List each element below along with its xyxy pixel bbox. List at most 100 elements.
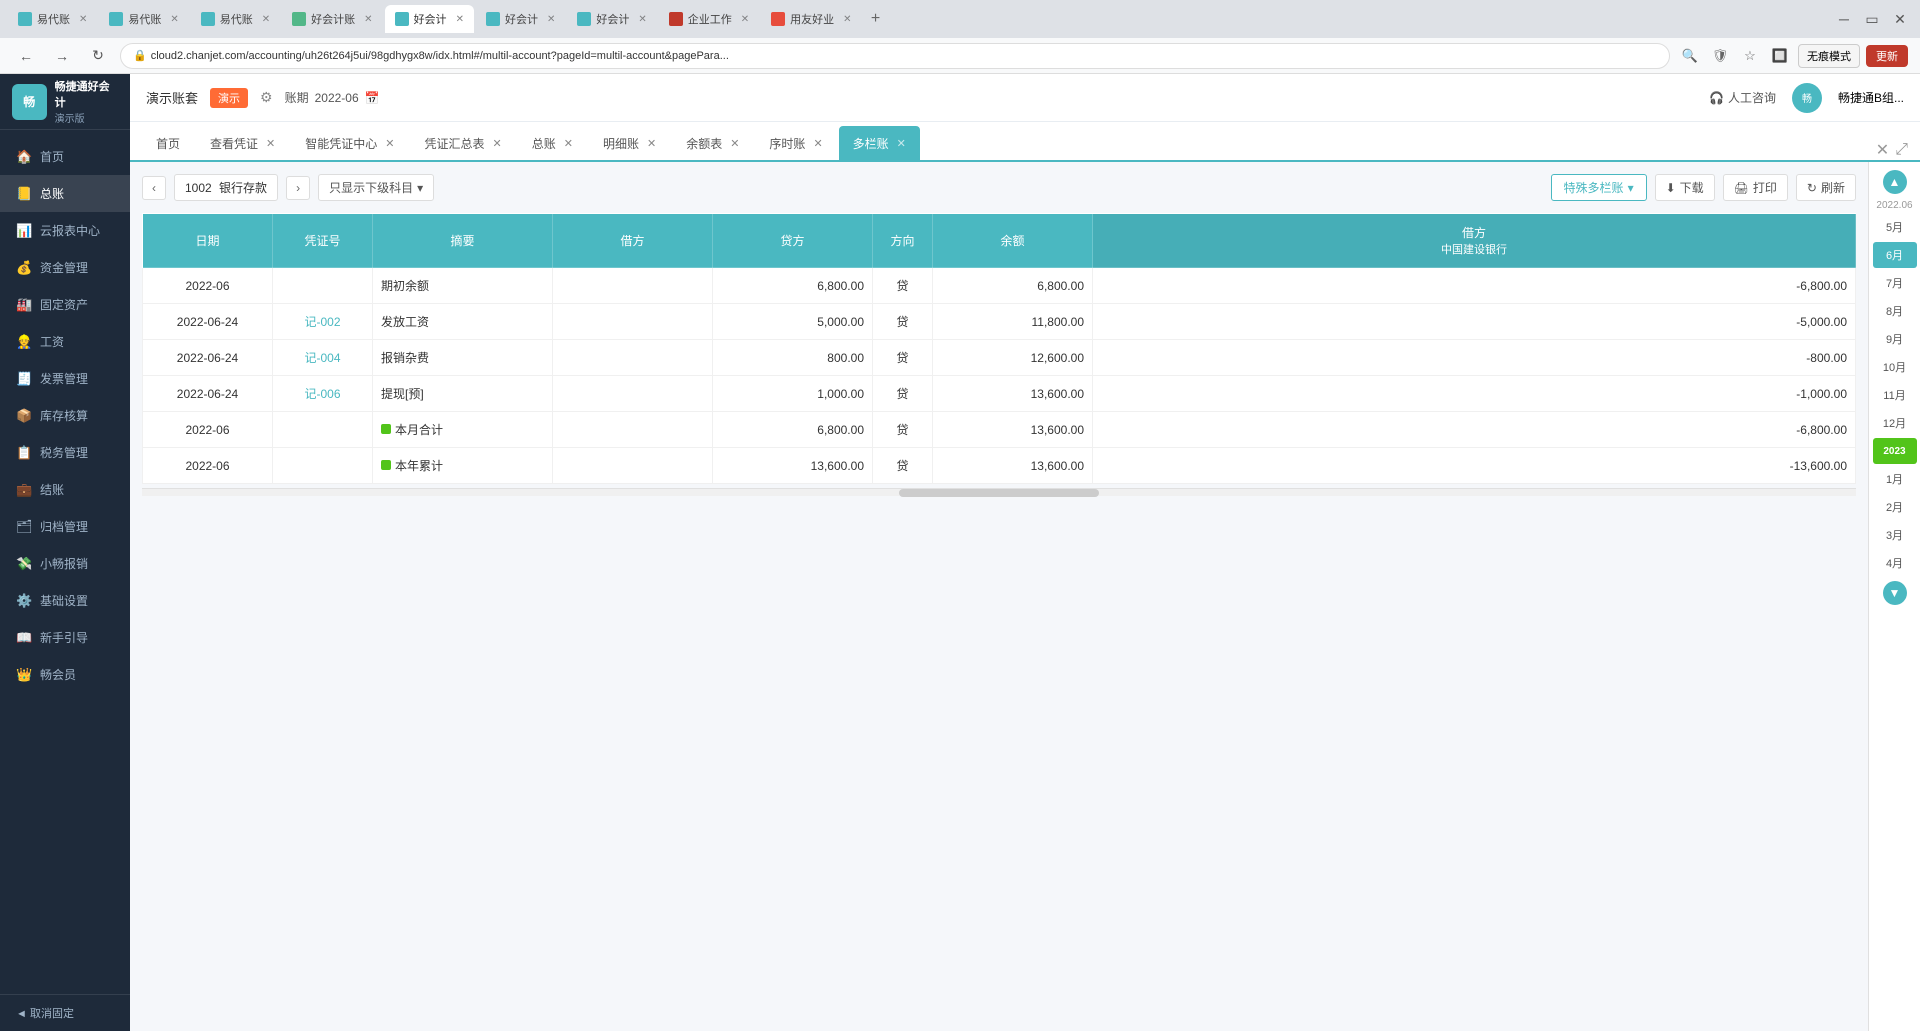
- logo-main-text: 畅捷通好会计: [55, 78, 118, 110]
- calendar-up-button[interactable]: ▲: [1883, 170, 1907, 194]
- tab-yidaizhang-2[interactable]: 易代账 ✕: [99, 5, 188, 33]
- tab-close-2[interactable]: ✕: [170, 14, 178, 25]
- calendar-month-october[interactable]: 10月: [1873, 354, 1917, 380]
- scrollbar-thumb[interactable]: [899, 489, 1099, 497]
- search-icon[interactable]: 🔍: [1678, 44, 1702, 68]
- back-button[interactable]: ←: [12, 42, 40, 70]
- calendar-month-feb[interactable]: 2月: [1873, 494, 1917, 520]
- sidebar-item-reports[interactable]: 📊 云报表中心: [0, 212, 130, 249]
- tab-close-1[interactable]: ✕: [79, 14, 87, 25]
- voucher-link[interactable]: 记-002: [304, 315, 340, 329]
- tab-balance-table[interactable]: 余额表 ✕: [672, 126, 753, 160]
- calendar-month-july[interactable]: 7月: [1873, 270, 1917, 296]
- cell-summary: 提现[预]: [373, 376, 553, 412]
- sidebar-item-capital[interactable]: 💰 资金管理: [0, 249, 130, 286]
- tab-smart-center-close[interactable]: ✕: [385, 137, 394, 150]
- star-icon[interactable]: ☆: [1738, 44, 1762, 68]
- voucher-link[interactable]: 记-004: [304, 351, 340, 365]
- tab-close-4[interactable]: ✕: [364, 14, 372, 25]
- tab-detail-ledger[interactable]: 明细账 ✕: [589, 126, 670, 160]
- shield-icon[interactable]: 🛡: [1708, 44, 1732, 68]
- restore-button[interactable]: ▭: [1860, 7, 1884, 31]
- sidebar-item-archive[interactable]: 🗂 归档管理: [0, 508, 130, 545]
- tab-close-active[interactable]: ✕: [456, 14, 464, 25]
- calendar-month-jan[interactable]: 1月: [1873, 466, 1917, 492]
- calendar-month-september[interactable]: 9月: [1873, 326, 1917, 352]
- calendar-month-august[interactable]: 8月: [1873, 298, 1917, 324]
- settings-gear-icon[interactable]: ⚙: [260, 89, 273, 106]
- calendar-month-may[interactable]: 5月: [1873, 214, 1917, 240]
- url-bar[interactable]: 🔒 cloud2.chanjet.com/accounting/uh26t264…: [120, 43, 1670, 69]
- reload-button[interactable]: ↻: [84, 42, 112, 70]
- forward-button[interactable]: →: [48, 42, 76, 70]
- sidebar-item-close[interactable]: 💼 结账: [0, 471, 130, 508]
- account-prev-button[interactable]: ‹: [142, 176, 166, 200]
- tab-yidaizhang-1[interactable]: 易代账 ✕: [8, 5, 97, 33]
- ai-consult-button[interactable]: 🎧 人工咨询: [1709, 89, 1776, 106]
- sidebar-item-inventory[interactable]: 📦 库存核算: [0, 397, 130, 434]
- update-button[interactable]: 更新: [1866, 45, 1908, 67]
- sidebar-item-assets[interactable]: 🏭 固定资产: [0, 286, 130, 323]
- tab-home[interactable]: 首页: [142, 126, 194, 160]
- tab-panel-close[interactable]: ✕: [1876, 140, 1889, 160]
- tab-view-voucher[interactable]: 查看凭证 ✕: [196, 126, 289, 160]
- calendar-month-mar[interactable]: 3月: [1873, 522, 1917, 548]
- tab-general-ledger[interactable]: 总账 ✕: [518, 126, 587, 160]
- sidebar-item-invoice[interactable]: 🧾 发票管理: [0, 360, 130, 397]
- tab-haohuiji-1[interactable]: 好会计账 ✕: [282, 5, 382, 33]
- tab-balance-table-close[interactable]: ✕: [730, 137, 739, 150]
- tab-view-voucher-close[interactable]: ✕: [266, 137, 275, 150]
- tab-multi-column-close[interactable]: ✕: [897, 137, 906, 150]
- sub-account-filter[interactable]: 只显示下级科目 ▾: [318, 174, 434, 201]
- tab-close-7[interactable]: ✕: [741, 14, 749, 25]
- close-window-button[interactable]: ✕: [1888, 7, 1912, 31]
- tab-journal[interactable]: 序时账 ✕: [755, 126, 836, 160]
- calendar-month-december[interactable]: 12月: [1873, 410, 1917, 436]
- calendar-month-june[interactable]: 6月: [1873, 242, 1917, 268]
- tab-voucher-summary[interactable]: 凭证汇总表 ✕: [410, 126, 515, 160]
- sidebar-item-settings[interactable]: ⚙️ 基础设置: [0, 582, 130, 619]
- tab-yonyou[interactable]: 用友好业 ✕: [761, 5, 861, 33]
- tab-multi-column[interactable]: 多栏账 ✕: [839, 126, 920, 160]
- download-button[interactable]: ⬇ 下载: [1655, 174, 1715, 201]
- tab-qiye[interactable]: 企业工作 ✕: [659, 5, 759, 33]
- sidebar-label-inventory: 库存核算: [40, 407, 88, 424]
- sidebar-item-tax[interactable]: 📋 税务管理: [0, 434, 130, 471]
- cell-balance: 13,600.00: [933, 412, 1093, 448]
- tab-close-3[interactable]: ✕: [262, 14, 270, 25]
- calendar-down-button[interactable]: ▼: [1883, 581, 1907, 605]
- calendar-month-november[interactable]: 11月: [1873, 382, 1917, 408]
- minimize-button[interactable]: ─: [1832, 7, 1856, 31]
- tab-yidaizhang-3[interactable]: 易代账 ✕: [191, 5, 280, 33]
- tab-general-ledger-close[interactable]: ✕: [564, 137, 573, 150]
- sidebar-item-home[interactable]: 🏠 首页: [0, 138, 130, 175]
- unfix-button[interactable]: ◄ 取消固定: [16, 1005, 114, 1021]
- new-tab-button[interactable]: +: [864, 7, 888, 31]
- tab-panel-expand[interactable]: ⤢: [1895, 141, 1908, 159]
- tab-voucher-summary-close[interactable]: ✕: [493, 137, 502, 150]
- special-multi-column-button[interactable]: 特殊多栏账 ▾: [1551, 174, 1647, 201]
- refresh-button[interactable]: ↻ 刷新: [1796, 174, 1856, 201]
- sidebar-item-expense[interactable]: 💸 小畅报销: [0, 545, 130, 582]
- wuhen-button[interactable]: 无痕模式: [1798, 44, 1860, 68]
- account-next-button[interactable]: ›: [286, 176, 310, 200]
- calendar-icon[interactable]: 📅: [365, 91, 380, 105]
- tab-close-6[interactable]: ✕: [638, 14, 646, 25]
- tab-journal-close[interactable]: ✕: [813, 137, 822, 150]
- print-button[interactable]: 🖨 打印: [1723, 174, 1788, 201]
- sidebar-item-ledger[interactable]: 📒 总账: [0, 175, 130, 212]
- tab-haohuiji-2[interactable]: 好会计 ✕: [476, 5, 565, 33]
- sidebar-item-payroll[interactable]: 👷 工资: [0, 323, 130, 360]
- tab-haohuiji-active[interactable]: 好会计 ✕: [385, 5, 474, 33]
- extension-icon[interactable]: 🔲: [1768, 44, 1792, 68]
- calendar-month-apr[interactable]: 4月: [1873, 550, 1917, 576]
- sidebar-item-member[interactable]: 👑 畅会员: [0, 656, 130, 693]
- voucher-link[interactable]: 记-006: [304, 387, 340, 401]
- sidebar-item-guide[interactable]: 📖 新手引导: [0, 619, 130, 656]
- tab-close-5[interactable]: ✕: [547, 14, 555, 25]
- tab-smart-center[interactable]: 智能凭证中心 ✕: [291, 126, 408, 160]
- tab-close-8[interactable]: ✕: [843, 14, 851, 25]
- horizontal-scrollbar[interactable]: [142, 488, 1856, 496]
- tab-detail-ledger-close[interactable]: ✕: [647, 137, 656, 150]
- tab-haohuiji-3[interactable]: 好会计 ✕: [567, 5, 656, 33]
